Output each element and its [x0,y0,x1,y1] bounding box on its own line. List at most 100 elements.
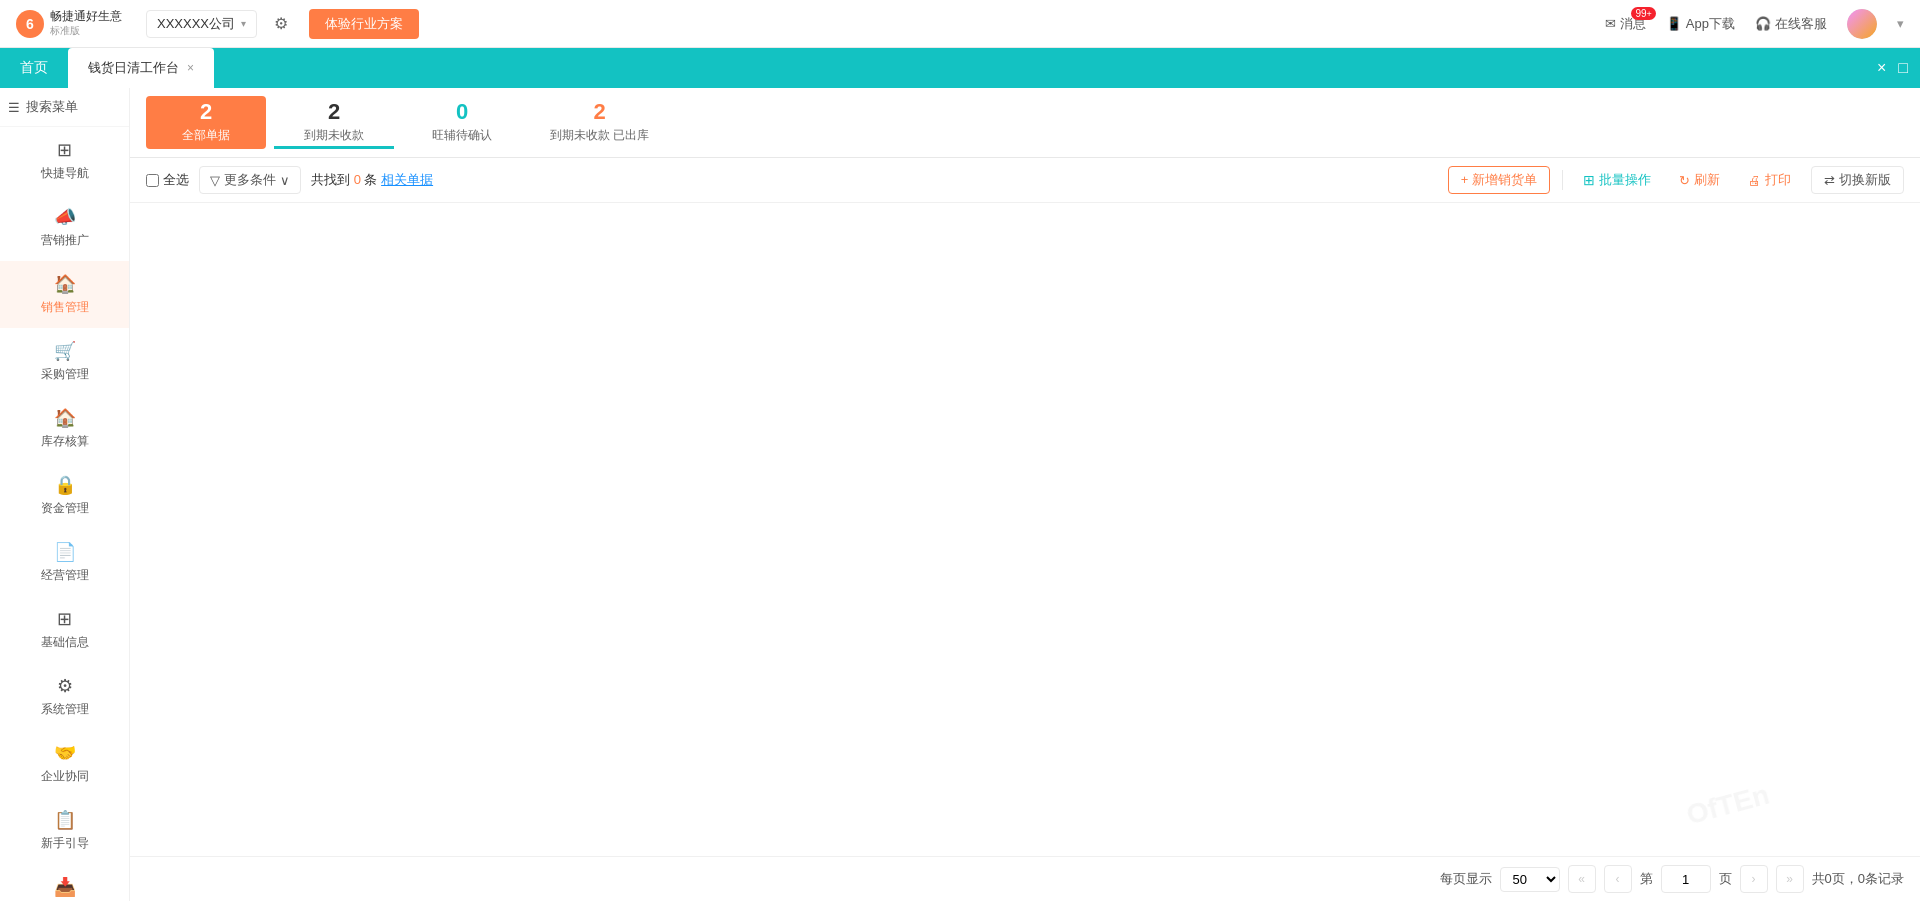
sidebar-item-finance[interactable]: 🔒 资金管理 [0,462,129,529]
last-page-button[interactable]: » [1776,865,1804,893]
logo-icon: 6 [16,10,44,38]
refresh-icon: ↻ [1679,173,1690,188]
brand-tag: 标准版 [50,24,122,38]
stat-label-all: 全部单据 [182,127,230,144]
logo-area: 6 畅捷通好生意 标准版 [16,9,146,39]
doc-icon: 📄 [54,541,76,563]
filter-label: 更多条件 [224,171,276,189]
company-selector[interactable]: XXXXXX公司 ▾ [146,10,257,38]
sidebar-label-marketing: 营销推广 [41,232,89,249]
count-info: 共找到 0 条 相关单据 [311,171,433,189]
add-sale-order-button[interactable]: + 新增销货单 [1448,166,1550,194]
avatar[interactable] [1847,9,1877,39]
brand-text: 畅捷通好生意 标准版 [50,9,122,39]
stat-label-pending: 旺辅待确认 [432,127,492,144]
filter-arrow-icon: ∨ [280,173,290,188]
stat-number-pending: 0 [456,99,468,125]
batch-icon: ⊞ [1583,172,1595,188]
settings-icon: ⚙ [57,675,73,697]
stat-tab-pending[interactable]: 0 旺辅待确认 [402,96,522,149]
message-icon: ✉ [1605,16,1616,31]
refresh-button[interactable]: ↻ 刷新 [1671,167,1728,193]
sidebar-item-guide[interactable]: 📋 新手引导 [0,797,129,864]
related-link[interactable]: 相关单据 [381,172,433,187]
print-button[interactable]: 🖨 打印 [1740,167,1799,193]
online-service-button[interactable]: 🎧 在线客服 [1755,15,1827,33]
main-layout: ☰ 搜索菜单 ⊞ 快捷导航 📣 营销推广 🏠 销售管理 🛒 采购管理 🏠 库存核… [0,88,1920,901]
stat-number-overdue: 2 [328,99,340,125]
sidebar-label-finance: 资金管理 [41,500,89,517]
prev-page-button[interactable]: ‹ [1604,865,1632,893]
maximize-icon[interactable]: □ [1898,59,1908,77]
per-page-label: 每页显示 [1440,870,1492,888]
sidebar-label-operation: 经营管理 [41,567,89,584]
total-info: 共0页，0条记录 [1812,870,1904,888]
brand-name: 畅捷通好生意 [50,9,122,25]
stat-label-overdue-out: 到期未收款 已出库 [550,127,649,144]
tab-label: 钱货日清工作台 [88,59,179,77]
chevron-down-icon: ▾ [241,18,246,29]
company-name: XXXXXX公司 [157,15,235,33]
app-download-button[interactable]: 📱 App下载 [1666,15,1735,33]
page-input[interactable] [1661,865,1711,893]
search-menu[interactable]: ☰ 搜索菜单 [0,88,129,127]
select-all-label: 全选 [163,171,189,189]
sidebar-label-quick-nav: 快捷导航 [41,165,89,182]
table-area [130,203,1920,856]
first-page-button[interactable]: « [1568,865,1596,893]
filter-button[interactable]: ▽ 更多条件 ∨ [199,166,301,194]
sidebar-item-sales[interactable]: 🏠 销售管理 [0,261,129,328]
page-suffix: 页 [1719,870,1732,888]
page-size-select[interactable]: 50 100 200 [1500,867,1560,892]
close-window-icon[interactable]: × [1877,59,1886,77]
sidebar-item-purchase[interactable]: 🛒 采购管理 [0,328,129,395]
search-menu-label: 搜索菜单 [26,98,78,116]
select-all-input[interactable] [146,174,159,187]
switch-icon: ⇄ [1824,173,1835,188]
switch-new-version-button[interactable]: ⇄ 切换新版 [1811,166,1904,194]
sidebar-item-app-center[interactable]: 📥 应用中心 [0,864,129,901]
sidebar-item-quick-nav[interactable]: ⊞ 快捷导航 [0,127,129,194]
stat-number-all: 2 [200,99,212,125]
stat-tab-all[interactable]: 2 全部单据 [146,96,266,149]
sidebar-item-system[interactable]: ⚙ 系统管理 [0,663,129,730]
experience-button[interactable]: 体验行业方案 [309,9,419,39]
stat-number-overdue-out: 2 [594,99,606,125]
phone-icon: 📱 [1666,16,1682,31]
pagination: 每页显示 50 100 200 « ‹ 第 页 › » 共0页，0条记录 [130,856,1920,901]
found-count: 0 [354,172,361,187]
top-right-area: ✉ 消息 99+ 📱 App下载 🎧 在线客服 ▾ [1605,9,1904,39]
sidebar-label-cooperation: 企业协同 [41,768,89,785]
work-bench-tab[interactable]: 钱货日清工作台 × [68,48,214,88]
stat-tab-overdue[interactable]: 2 到期未收款 [274,96,394,149]
settings-icon[interactable]: ⚙ [265,8,297,40]
stat-tab-overdue-out[interactable]: 2 到期未收款 已出库 [530,96,669,149]
sidebar-item-cooperation[interactable]: 🤝 企业协同 [0,730,129,797]
tab-bar-right: × □ [1877,59,1920,77]
next-page-button[interactable]: › [1740,865,1768,893]
home-tab[interactable]: 首页 [0,48,68,88]
message-badge: 99+ [1631,7,1655,20]
content-area: 2 全部单据 2 到期未收款 0 旺辅待确认 2 到期未收款 已出库 全选 [130,88,1920,901]
batch-operation-button[interactable]: ⊞ 批量操作 [1575,167,1659,193]
sidebar-label-inventory: 库存核算 [41,433,89,450]
close-tab-icon[interactable]: × [187,61,194,75]
house-icon: 🏠 [54,407,76,429]
sidebar: ☰ 搜索菜单 ⊞ 快捷导航 📣 营销推广 🏠 销售管理 🛒 采购管理 🏠 库存核… [0,88,130,901]
stat-label-overdue: 到期未收款 [304,127,364,144]
print-icon: 🖨 [1748,173,1761,188]
sidebar-item-inventory[interactable]: 🏠 库存核算 [0,395,129,462]
avatar-image [1847,9,1877,39]
search-icon: ☰ [8,100,20,115]
bag-icon: 🛒 [54,340,76,362]
sidebar-label-basic-info: 基础信息 [41,634,89,651]
stats-tabs: 2 全部单据 2 到期未收款 0 旺辅待确认 2 到期未收款 已出库 [130,88,1920,158]
sidebar-item-basic-info[interactable]: ⊞ 基础信息 [0,596,129,663]
toolbar-right: + 新增销货单 ⊞ 批量操作 ↻ 刷新 🖨 打印 ⇄ 切换新版 [1448,166,1904,194]
message-button[interactable]: ✉ 消息 99+ [1605,15,1646,33]
grid-icon: ⊞ [57,139,72,161]
sidebar-item-operation[interactable]: 📄 经营管理 [0,529,129,596]
select-all-checkbox[interactable]: 全选 [146,171,189,189]
headset-icon: 🎧 [1755,16,1771,31]
sidebar-item-marketing[interactable]: 📣 营销推广 [0,194,129,261]
